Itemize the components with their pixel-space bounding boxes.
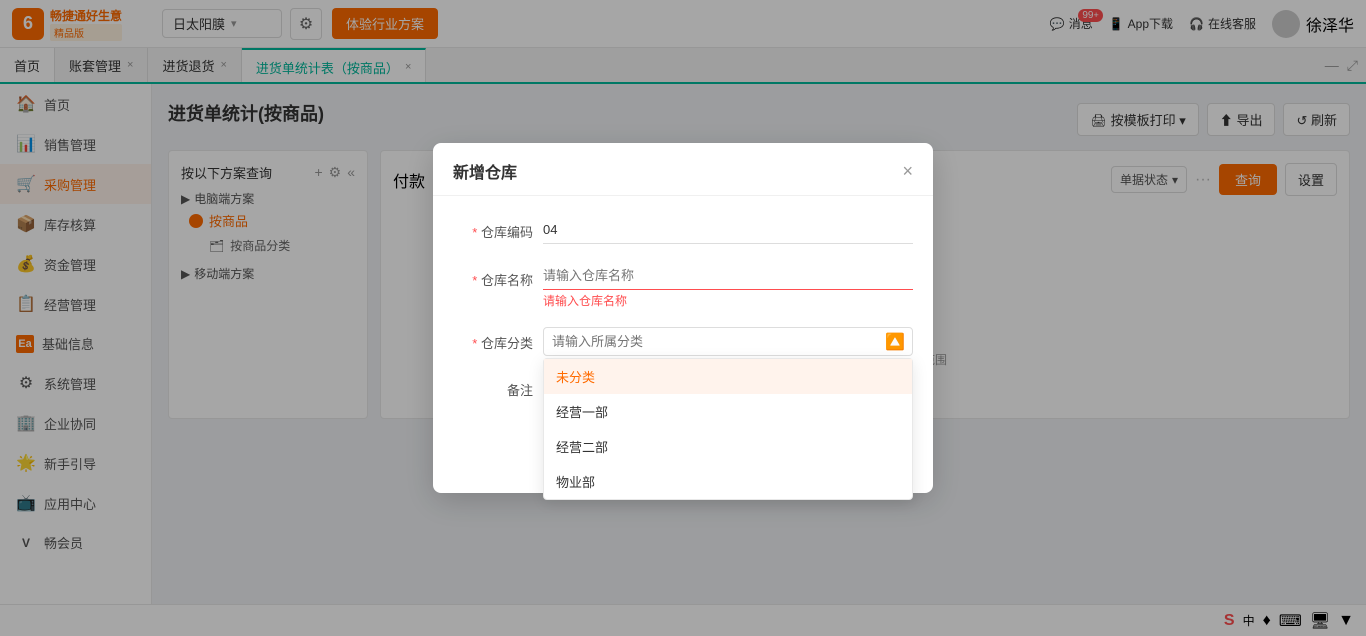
category-up-icon[interactable]: 🔼 <box>885 332 905 352</box>
category-input-wrap: 🔼 未分类 经营一部 经营二部 物业部 <box>543 327 913 356</box>
dialog-close-button[interactable]: × <box>902 161 913 182</box>
name-error-msg: 请输入仓库名称 <box>543 292 627 309</box>
category-dropdown: 未分类 经营一部 经营二部 物业部 <box>543 358 913 500</box>
note-label: 备注 <box>453 374 533 399</box>
code-input[interactable] <box>543 216 913 244</box>
dropdown-item-3[interactable]: 物业部 <box>544 464 912 499</box>
dropdown-item-2[interactable]: 经营二部 <box>544 429 912 464</box>
name-input[interactable] <box>543 262 913 290</box>
dialog-body: * 仓库编码 * 仓库名称 请输入仓库名称 * <box>433 196 933 436</box>
dialog-header: 新增仓库 × <box>433 143 933 196</box>
category-input[interactable] <box>543 327 913 356</box>
dropdown-item-1[interactable]: 经营一部 <box>544 394 912 429</box>
dropdown-item-0[interactable]: 未分类 <box>544 359 912 394</box>
new-warehouse-dialog: 新增仓库 × * 仓库编码 * 仓库名称 <box>433 143 933 493</box>
dialog-overlay: 新增仓库 × * 仓库编码 * 仓库名称 <box>0 0 1366 636</box>
code-field-row: * 仓库编码 <box>453 216 913 244</box>
code-label: * 仓库编码 <box>453 216 533 241</box>
name-label: * 仓库名称 <box>453 264 533 289</box>
dialog-title: 新增仓库 <box>453 159 517 183</box>
name-field-row: * 仓库名称 请输入仓库名称 <box>453 262 913 309</box>
category-label: * 仓库分类 <box>453 327 533 352</box>
category-field-row: * 仓库分类 🔼 未分类 经营一部 经营二部 物业部 <box>453 327 913 356</box>
